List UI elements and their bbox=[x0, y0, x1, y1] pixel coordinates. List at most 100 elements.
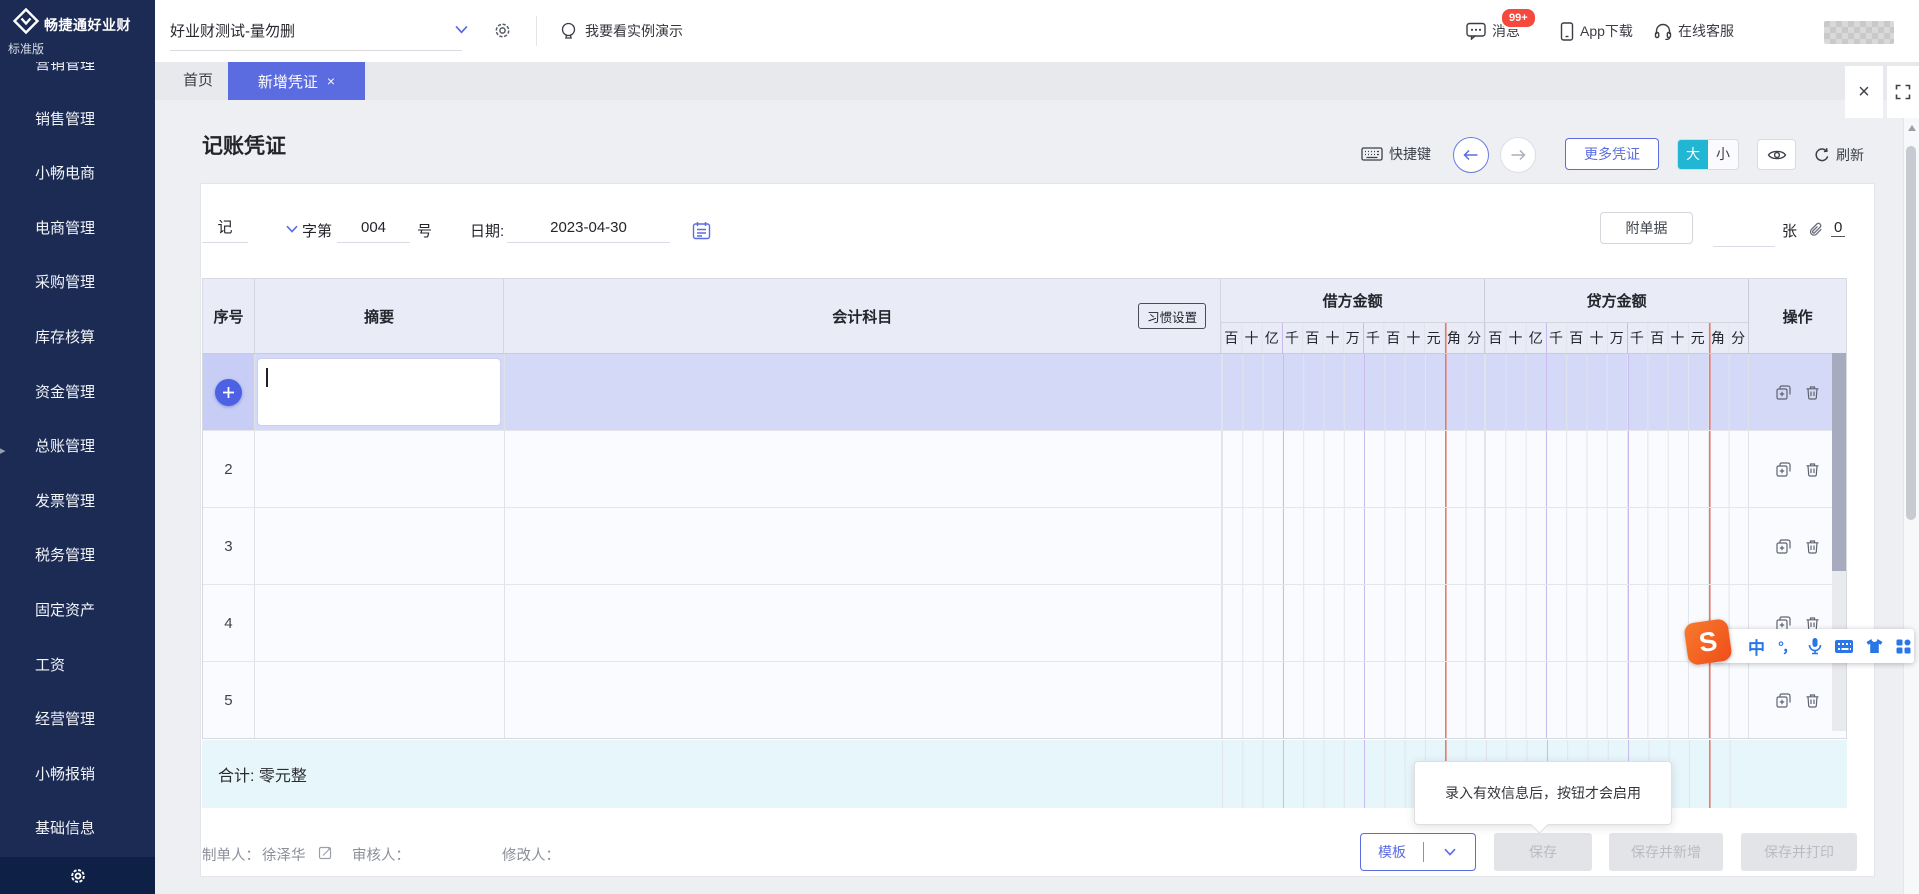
sidebar-item-fixed-assets[interactable]: 固定资产 bbox=[0, 584, 155, 639]
save-and-print-button[interactable]: 保存并打印 bbox=[1741, 833, 1857, 871]
sidebar-settings-bar[interactable] bbox=[0, 857, 155, 894]
chevron-down-icon[interactable] bbox=[286, 225, 298, 233]
debit-cell[interactable] bbox=[1221, 585, 1486, 661]
summary-cell-active[interactable] bbox=[254, 354, 505, 430]
account-selector[interactable]: 好业财测试-量勿删 bbox=[170, 20, 462, 51]
attachment-count-link[interactable]: 0 bbox=[1831, 219, 1846, 237]
chevron-down-icon[interactable] bbox=[1424, 848, 1475, 856]
account-cell[interactable] bbox=[504, 354, 1222, 430]
table-scrollbar[interactable] bbox=[1832, 353, 1846, 731]
copy-row-icon[interactable] bbox=[1775, 692, 1791, 708]
brand-logo-icon bbox=[12, 7, 40, 35]
account-cell[interactable] bbox=[505, 508, 1222, 584]
sidebar-item-funds[interactable]: 资金管理 bbox=[0, 366, 155, 421]
save-and-add-button[interactable]: 保存并新增 bbox=[1609, 833, 1723, 871]
sidebar-item-general-ledger[interactable]: 总账管理 bbox=[0, 420, 155, 475]
sidebar-item-ecommerce[interactable]: 电商管理 bbox=[0, 202, 155, 257]
page-scrollbar[interactable] bbox=[1903, 100, 1919, 894]
summary-cell[interactable] bbox=[255, 662, 505, 738]
size-small-button[interactable]: 小 bbox=[1708, 140, 1738, 169]
summary-cell[interactable] bbox=[255, 431, 505, 507]
voucher-word-field[interactable]: 记 bbox=[202, 216, 248, 243]
sidebar-item-operations[interactable]: 经营管理 bbox=[0, 693, 155, 748]
ime-chinese-mode-icon[interactable]: 中 bbox=[1748, 634, 1765, 659]
next-voucher-button[interactable] bbox=[1500, 137, 1536, 173]
account-cell[interactable] bbox=[505, 585, 1222, 661]
gear-icon bbox=[69, 867, 87, 885]
creator-label: 制单人： bbox=[202, 848, 260, 864]
voucher-number-field[interactable]: 004 bbox=[337, 216, 410, 243]
attachment-count-field[interactable] bbox=[1713, 220, 1775, 247]
account-cell[interactable] bbox=[505, 431, 1222, 507]
template-label: 模板 bbox=[1378, 844, 1406, 860]
debit-cell[interactable] bbox=[1221, 431, 1486, 507]
support-button[interactable]: 在线客服 bbox=[1654, 21, 1734, 41]
scroll-up-arrow-icon[interactable] bbox=[1908, 125, 1916, 131]
summary-cell[interactable] bbox=[255, 508, 505, 584]
copy-row-icon[interactable] bbox=[1775, 384, 1791, 400]
refresh-button[interactable]: 刷新 bbox=[1814, 145, 1864, 165]
sidebar-item-basic-info[interactable]: 基础信息 bbox=[0, 802, 155, 857]
tab-new-voucher[interactable]: 新增凭证 × bbox=[228, 62, 365, 100]
sidebar-item-inventory[interactable]: 库存核算 bbox=[0, 311, 155, 366]
account-cell[interactable] bbox=[505, 662, 1222, 738]
panel-close-button[interactable]: × bbox=[1845, 66, 1883, 118]
demo-link[interactable]: 我要看实例演示 bbox=[559, 21, 683, 41]
size-large-button[interactable]: 大 bbox=[1678, 140, 1708, 169]
delete-row-icon[interactable] bbox=[1805, 385, 1820, 400]
debit-cell[interactable] bbox=[1221, 354, 1486, 430]
chevron-down-icon[interactable] bbox=[455, 25, 468, 34]
sidebar-item-purchasing[interactable]: 采购管理 bbox=[0, 256, 155, 311]
arrow-right-icon bbox=[1511, 149, 1526, 161]
sogou-logo-icon[interactable]: S bbox=[1683, 618, 1733, 666]
summary-input[interactable] bbox=[257, 358, 502, 426]
edit-creator-icon[interactable] bbox=[318, 845, 333, 860]
credit-cell[interactable] bbox=[1485, 508, 1750, 584]
template-button[interactable]: 模板 bbox=[1360, 833, 1476, 871]
ime-skin-icon[interactable] bbox=[1866, 638, 1883, 654]
app-download-button[interactable]: App下载 bbox=[1560, 21, 1633, 41]
sidebar-collapse-handle[interactable]: ▸ bbox=[0, 440, 12, 462]
calendar-icon[interactable] bbox=[692, 221, 711, 240]
user-avatar-redacted[interactable] bbox=[1824, 21, 1894, 44]
tab-close-icon[interactable]: × bbox=[327, 73, 335, 89]
delete-row-icon[interactable] bbox=[1805, 462, 1820, 477]
debit-digit-columns: 百十亿千百十万千百十元角分 bbox=[1221, 323, 1485, 353]
add-row-button[interactable] bbox=[214, 378, 242, 406]
paperclip-icon[interactable] bbox=[1808, 222, 1824, 238]
sidebar-item-xiaochang-ecommerce[interactable]: 小畅电商 bbox=[0, 147, 155, 202]
ime-toolbox-icon[interactable] bbox=[1896, 639, 1911, 654]
debit-cell[interactable] bbox=[1221, 662, 1486, 738]
copy-row-icon[interactable] bbox=[1775, 461, 1791, 477]
habit-settings-button[interactable]: 习惯设置 bbox=[1138, 303, 1207, 329]
visibility-button[interactable] bbox=[1757, 139, 1796, 170]
save-button[interactable]: 保存 bbox=[1494, 833, 1592, 871]
delete-row-icon[interactable] bbox=[1805, 539, 1820, 554]
microphone-icon[interactable] bbox=[1808, 637, 1822, 655]
copy-row-icon[interactable] bbox=[1775, 538, 1791, 554]
sidebar-item-invoices[interactable]: 发票管理 bbox=[0, 475, 155, 530]
sidebar-item-expense[interactable]: 小畅报销 bbox=[0, 748, 155, 803]
attachment-button[interactable]: 附单据 bbox=[1600, 212, 1693, 244]
page-scrollbar-thumb[interactable] bbox=[1906, 146, 1916, 520]
tab-home[interactable]: 首页 bbox=[165, 62, 231, 100]
credit-cell[interactable] bbox=[1485, 431, 1750, 507]
sidebar-item-payroll[interactable]: 工资 bbox=[0, 639, 155, 694]
summary-cell[interactable] bbox=[255, 585, 505, 661]
sidebar-item-sales[interactable]: 销售管理 bbox=[0, 93, 155, 148]
debit-cell[interactable] bbox=[1221, 508, 1486, 584]
credit-cell[interactable] bbox=[1485, 662, 1750, 738]
credit-cell[interactable] bbox=[1485, 354, 1750, 430]
shortcut-keys-button[interactable]: 快捷键 bbox=[1361, 144, 1431, 164]
more-vouchers-button[interactable]: 更多凭证 bbox=[1565, 138, 1659, 170]
debit-header-group: 借方金额 百十亿千百十万千百十元角分 bbox=[1221, 279, 1486, 353]
sidebar-item-tax[interactable]: 税务管理 bbox=[0, 529, 155, 584]
table-scrollbar-thumb[interactable] bbox=[1832, 353, 1846, 571]
delete-row-icon[interactable] bbox=[1805, 693, 1820, 708]
settings-gear-icon[interactable] bbox=[493, 21, 512, 40]
ime-keyboard-icon[interactable] bbox=[1835, 639, 1853, 653]
prev-voucher-button[interactable] bbox=[1453, 137, 1489, 173]
date-field[interactable]: 2023-04-30 bbox=[507, 216, 670, 243]
fullscreen-icon[interactable] bbox=[1887, 66, 1919, 118]
ime-punctuation-icon[interactable]: °， bbox=[1778, 636, 1797, 657]
